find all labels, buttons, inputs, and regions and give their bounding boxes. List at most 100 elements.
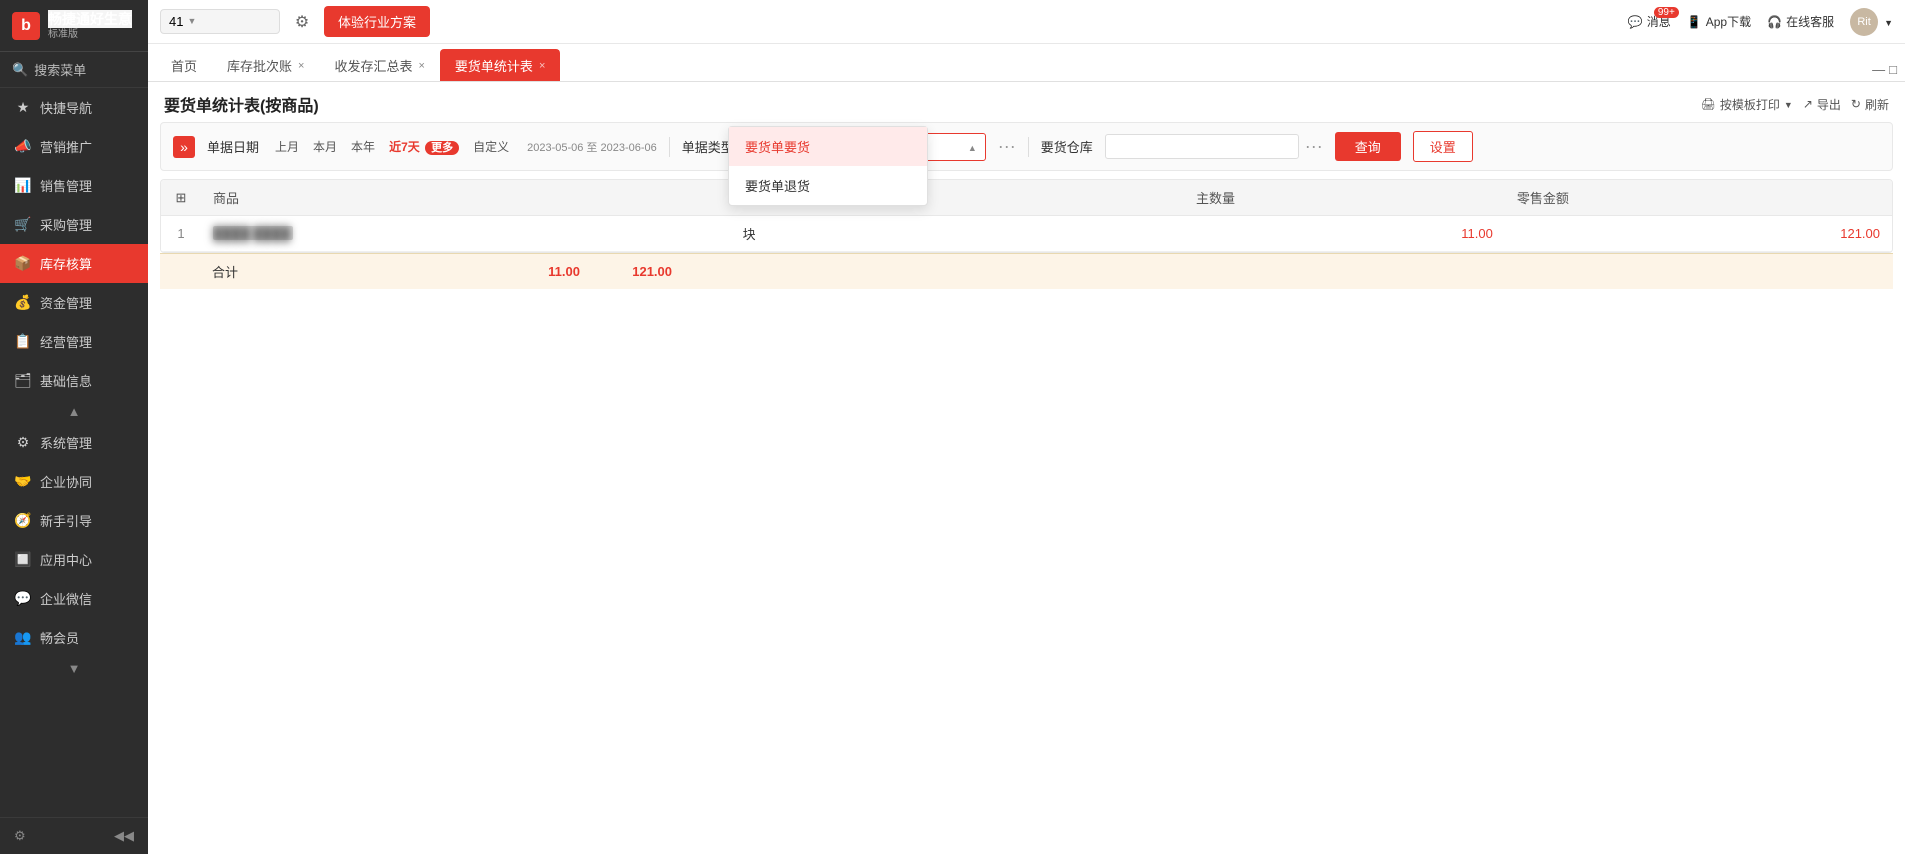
date-range: 2023-05-06 至 2023-06-06 (527, 139, 657, 155)
sidebar-item-label: 营销推广 (40, 137, 92, 156)
page-header: 要货单统计表(按商品) 🖨 按模板打印 ↗ 导出 ↻ 刷新 (148, 82, 1905, 122)
date-label: 单据日期 (207, 137, 259, 156)
date-btn-prev-month[interactable]: 上月 (271, 136, 303, 157)
sidebar-item-operations[interactable]: 📋 经营管理 (0, 322, 148, 361)
warehouse-more-btn[interactable]: ··· (1305, 136, 1323, 157)
tabs-bar: 首页 库存批次账 收发存汇总表 要货单统计表 — □ (148, 44, 1905, 82)
sidebar-item-quick-nav[interactable]: ★ 快捷导航 (0, 88, 148, 127)
online-service-label: 在线客服 (1786, 13, 1834, 30)
tab-close-order-stats[interactable] (539, 60, 545, 72)
sidebar-settings-icon: ⚙ (14, 828, 26, 844)
topbar: 41 体验行业方案 💬 消息 99+ 📱 App下载 🎧 在线客服 (148, 0, 1905, 44)
finance-icon: 💰 (14, 294, 32, 311)
sidebar-scroll-up[interactable]: ▲ (0, 400, 148, 423)
tab-close-receive-summary[interactable] (418, 60, 424, 72)
tab-label: 收发存汇总表 (334, 56, 412, 75)
sidebar-item-finance[interactable]: 💰 资金管理 (0, 283, 148, 322)
search-label: 搜索菜单 (34, 60, 86, 79)
message-btn[interactable]: 💬 消息 99+ (1628, 13, 1671, 30)
row-quantity: 11.00 (1184, 216, 1505, 252)
date-btn-custom[interactable]: 自定义 (469, 136, 513, 157)
guide-icon: 🧭 (14, 512, 32, 529)
dropdown-item-order-return[interactable]: 要货单退货 (729, 166, 927, 205)
col-settings[interactable] (161, 180, 201, 216)
warehouse-input[interactable] (1105, 134, 1299, 159)
tabs-maximize[interactable]: □ (1889, 62, 1897, 77)
print-dropdown-arrow (1784, 97, 1793, 111)
wechat-icon: 💬 (14, 590, 32, 607)
inventory-icon: 📦 (14, 255, 32, 272)
column-settings-icon (176, 190, 187, 205)
print-btn[interactable]: 🖨 按模板打印 (1701, 96, 1793, 113)
sidebar-item-label: 经营管理 (40, 332, 92, 351)
sidebar-item-marketing[interactable]: 📣 营销推广 (0, 127, 148, 166)
sidebar-item-system[interactable]: ⚙ 系统管理 (0, 423, 148, 462)
refresh-btn[interactable]: ↻ 刷新 (1851, 96, 1889, 113)
sidebar-item-enterprise[interactable]: 🤝 企业协同 (0, 462, 148, 501)
row-product: ████ ████ (201, 216, 731, 252)
sidebar-item-basic-info[interactable]: 🗂 基础信息 (0, 361, 148, 400)
tabs-actions: — □ (1872, 62, 1897, 81)
avatar-text: Rit (1857, 16, 1870, 28)
headset-icon: 🎧 (1767, 15, 1782, 29)
data-table: 商品 主计量单位 主数量 零售金额 1 ████ ████ 块 11.00 (161, 180, 1892, 252)
table-footer: 合计 11.00 121.00 (160, 253, 1893, 289)
export-btn[interactable]: ↗ 导出 (1803, 96, 1841, 113)
warehouse-field: ··· (1105, 134, 1323, 159)
sidebar-item-app-center[interactable]: 🔲 应用中心 (0, 540, 148, 579)
date-btn-this-month[interactable]: 本月 (309, 136, 341, 157)
filter-more-btn[interactable]: ··· (998, 136, 1016, 157)
sidebar-scroll-down[interactable]: ▼ (0, 657, 148, 680)
date-btn-last7[interactable]: 近7天 更多 (385, 136, 463, 157)
table-header-row: 商品 主计量单位 主数量 零售金额 (161, 180, 1892, 216)
refresh-icon: ↻ (1851, 97, 1861, 111)
sidebar-item-label: 畅会员 (40, 628, 79, 647)
sidebar-item-wechat[interactable]: 💬 企业微信 (0, 579, 148, 618)
sidebar-item-sales[interactable]: 📊 销售管理 (0, 166, 148, 205)
date-badge: 更多 (425, 141, 459, 155)
settings-icon (295, 12, 309, 32)
sidebar-item-label: 库存核算 (40, 254, 92, 273)
sidebar-item-members[interactable]: 👥 畅会员 (0, 618, 148, 657)
sales-icon: 📊 (14, 177, 32, 194)
online-service-btn[interactable]: 🎧 在线客服 (1767, 13, 1834, 30)
sidebar-item-inventory[interactable]: 📦 库存核算 (0, 244, 148, 283)
message-icon: 💬 (1628, 15, 1643, 29)
company-name: 41 (169, 14, 183, 29)
sidebar-bottom[interactable]: ⚙ ◀◀ (0, 817, 148, 854)
dropdown-item-order-goods[interactable]: 要货单要货 (729, 127, 927, 166)
avatar-dropdown-arrow (1884, 15, 1893, 29)
sidebar-search[interactable]: 🔍 搜索菜单 (0, 52, 148, 88)
purchase-icon: 🛒 (14, 216, 32, 233)
app-download-btn[interactable]: 📱 App下载 (1687, 13, 1751, 30)
table-container: 商品 主计量单位 主数量 零售金额 1 ████ ████ 块 11.00 (160, 179, 1893, 253)
system-icon: ⚙ (14, 434, 32, 451)
topbar-settings-btn[interactable] (288, 8, 316, 36)
tab-close-inventory-batch[interactable] (298, 60, 304, 72)
tab-home[interactable]: 首页 (156, 49, 212, 81)
sidebar-item-guide[interactable]: 🧭 新手引导 (0, 501, 148, 540)
product-name-blurred: ████ ████ (213, 226, 293, 240)
sidebar-item-purchase[interactable]: 🛒 采购管理 (0, 205, 148, 244)
print-icon: 🖨 (1701, 97, 1716, 111)
date-btn-this-year[interactable]: 本年 (347, 136, 379, 157)
tab-receive-summary[interactable]: 收发存汇总表 (319, 49, 439, 81)
query-btn[interactable]: 查询 (1335, 132, 1401, 161)
col-quantity: 主数量 (1184, 180, 1505, 216)
avatar-area[interactable]: Rit (1850, 8, 1893, 36)
table-settings-btn[interactable]: 设置 (1413, 131, 1473, 162)
company-selector[interactable]: 41 (160, 9, 280, 34)
tab-order-stats[interactable]: 要货单统计表 (440, 49, 560, 81)
filter-bar: 单据日期 上月 本月 本年 近7天 更多 自定义 2023-05-06 至 20… (160, 122, 1893, 171)
trial-btn[interactable]: 体验行业方案 (324, 6, 430, 37)
row-amount: 121.00 (1505, 216, 1892, 252)
tab-inventory-batch[interactable]: 库存批次账 (212, 49, 319, 81)
filter-expand-btn[interactable] (173, 136, 195, 158)
tabs-minimize[interactable]: — (1872, 62, 1885, 77)
total-quantity: 11.00 (512, 264, 592, 279)
filter-divider2 (1028, 137, 1029, 157)
page-header-actions: 🖨 按模板打印 ↗ 导出 ↻ 刷新 (1701, 96, 1889, 113)
tab-label: 要货单统计表 (455, 56, 533, 75)
app-center-icon: 🔲 (14, 551, 32, 568)
app-download-label: App下载 (1706, 13, 1751, 30)
